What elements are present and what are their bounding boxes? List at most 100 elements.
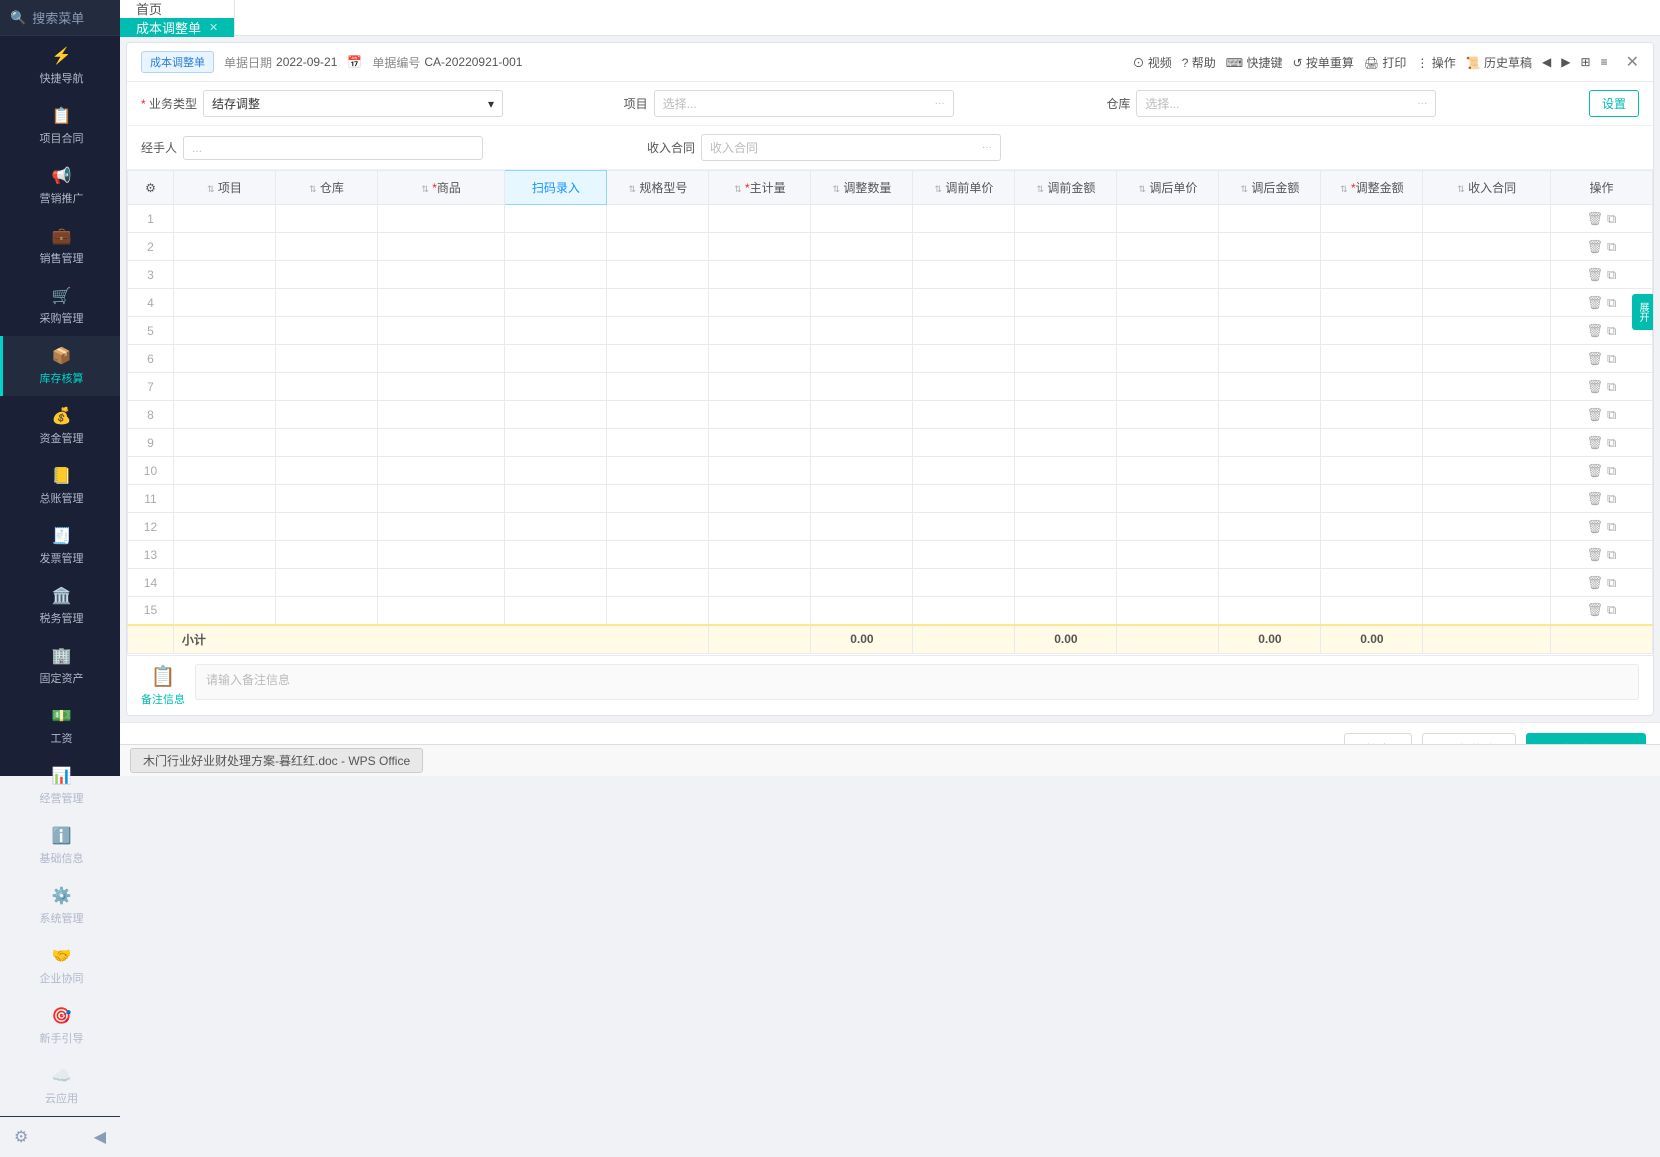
row-5-warehouse[interactable] <box>275 317 377 345</box>
row-11-spec[interactable] <box>607 485 709 513</box>
row-5-unit[interactable] <box>709 317 811 345</box>
row-12-product[interactable] <box>377 513 505 541</box>
row-9-unit[interactable] <box>709 429 811 457</box>
row-5-scan[interactable] <box>505 317 607 345</box>
row-8-spec[interactable] <box>607 401 709 429</box>
row-4-delete-icon[interactable]: 🗑 <box>1587 295 1604 311</box>
row-10-spec[interactable] <box>607 457 709 485</box>
row-12-qty[interactable] <box>811 513 913 541</box>
row-8-after-price[interactable] <box>1117 401 1219 429</box>
row-8-after-amount[interactable] <box>1219 401 1321 429</box>
row-15-scan[interactable] <box>505 597 607 625</box>
row-10-product[interactable] <box>377 457 505 485</box>
col-warehouse[interactable]: ⇅ 仓库 <box>275 171 377 205</box>
row-13-after-price[interactable] <box>1117 541 1219 569</box>
toolbar-nav-next[interactable]: ▶ <box>1561 55 1570 69</box>
row-14-unit[interactable] <box>709 569 811 597</box>
row-5-after-amount[interactable] <box>1219 317 1321 345</box>
tab-home[interactable]: 首页 <box>120 0 235 18</box>
row-10-copy-icon[interactable]: ⧉ <box>1607 463 1616 479</box>
settings-icon[interactable]: ⚙ <box>14 1127 28 1147</box>
col-unit[interactable]: ⇅ *主计量 <box>709 171 811 205</box>
row-3-item[interactable] <box>173 261 275 289</box>
toolbar-view-list[interactable]: ≡ <box>1601 55 1608 69</box>
row-5-adjust-amount[interactable] <box>1321 317 1423 345</box>
row-7-before-price[interactable] <box>913 373 1015 401</box>
row-7-product[interactable] <box>377 373 505 401</box>
row-12-after-price[interactable] <box>1117 513 1219 541</box>
row-8-qty[interactable] <box>811 401 913 429</box>
col-product[interactable]: ⇅ *商品 <box>377 171 505 205</box>
row-5-income-contract[interactable] <box>1423 317 1551 345</box>
row-13-delete-icon[interactable]: 🗑 <box>1587 547 1604 563</box>
row-4-qty[interactable] <box>811 289 913 317</box>
row-5-spec[interactable] <box>607 317 709 345</box>
row-5-copy-icon[interactable]: ⧉ <box>1607 323 1616 339</box>
row-14-scan[interactable] <box>505 569 607 597</box>
row-14-item[interactable] <box>173 569 275 597</box>
row-12-unit[interactable] <box>709 513 811 541</box>
row-7-spec[interactable] <box>607 373 709 401</box>
row-9-product[interactable] <box>377 429 505 457</box>
toolbar-recalc[interactable]: ↺ 按单重算 <box>1292 54 1353 71</box>
row-2-scan[interactable] <box>505 233 607 261</box>
row-14-income-contract[interactable] <box>1423 569 1551 597</box>
settings-button[interactable]: 设置 <box>1589 90 1639 117</box>
row-3-income-contract[interactable] <box>1423 261 1551 289</box>
row-15-product[interactable] <box>377 597 505 625</box>
row-8-product[interactable] <box>377 401 505 429</box>
row-15-after-price[interactable] <box>1117 597 1219 625</box>
row-11-scan[interactable] <box>505 485 607 513</box>
row-5-item[interactable] <box>173 317 275 345</box>
row-5-before-price[interactable] <box>913 317 1015 345</box>
row-4-warehouse[interactable] <box>275 289 377 317</box>
row-9-adjust-amount[interactable] <box>1321 429 1423 457</box>
row-6-unit[interactable] <box>709 345 811 373</box>
row-6-after-amount[interactable] <box>1219 345 1321 373</box>
col-settings[interactable]: ⚙ <box>128 171 174 205</box>
row-4-before-amount[interactable] <box>1015 289 1117 317</box>
row-9-copy-icon[interactable]: ⧉ <box>1607 435 1616 451</box>
row-11-before-amount[interactable] <box>1015 485 1117 513</box>
row-1-qty[interactable] <box>811 205 913 233</box>
row-3-after-price[interactable] <box>1117 261 1219 289</box>
row-11-unit[interactable] <box>709 485 811 513</box>
row-9-after-price[interactable] <box>1117 429 1219 457</box>
toolbar-help[interactable]: ? 帮助 <box>1182 54 1216 71</box>
row-15-item[interactable] <box>173 597 275 625</box>
taskbar-item[interactable]: 木门行业好业财处理方案-暮红红.doc - WPS Office <box>130 748 423 773</box>
row-8-income-contract[interactable] <box>1423 401 1551 429</box>
row-10-before-price[interactable] <box>913 457 1015 485</box>
sidebar-item-invoice[interactable]: 🧾发票管理 <box>0 516 120 576</box>
sidebar-search[interactable]: 🔍 搜索菜单 <box>0 0 120 36</box>
income-contract-input[interactable]: 收入合同 ··· <box>701 134 1001 161</box>
sidebar-item-quick-nav[interactable]: ⚡快捷导航 <box>0 36 120 96</box>
row-4-after-price[interactable] <box>1117 289 1219 317</box>
row-12-warehouse[interactable] <box>275 513 377 541</box>
row-11-before-price[interactable] <box>913 485 1015 513</box>
row-2-product[interactable] <box>377 233 505 261</box>
row-6-delete-icon[interactable]: 🗑 <box>1587 351 1604 367</box>
row-12-scan[interactable] <box>505 513 607 541</box>
row-14-after-amount[interactable] <box>1219 569 1321 597</box>
row-4-adjust-amount[interactable] <box>1321 289 1423 317</box>
row-13-copy-icon[interactable]: ⧉ <box>1607 547 1616 563</box>
row-3-before-amount[interactable] <box>1015 261 1117 289</box>
row-13-item[interactable] <box>173 541 275 569</box>
sidebar-item-basic-info[interactable]: ℹ️基础信息 <box>0 816 120 876</box>
row-10-warehouse[interactable] <box>275 457 377 485</box>
row-1-spec[interactable] <box>607 205 709 233</box>
row-14-product[interactable] <box>377 569 505 597</box>
row-2-spec[interactable] <box>607 233 709 261</box>
row-4-unit[interactable] <box>709 289 811 317</box>
toolbar-history[interactable]: 📜 历史草稿 <box>1466 54 1532 71</box>
row-15-qty[interactable] <box>811 597 913 625</box>
row-1-warehouse[interactable] <box>275 205 377 233</box>
right-edge-tab[interactable]: 展开 <box>1632 294 1653 330</box>
row-7-warehouse[interactable] <box>275 373 377 401</box>
toolbar-view-grid[interactable]: ⊞ <box>1581 55 1591 69</box>
row-10-adjust-amount[interactable] <box>1321 457 1423 485</box>
sidebar-item-new-guide[interactable]: 🎯新手引导 <box>0 996 120 1056</box>
row-8-item[interactable] <box>173 401 275 429</box>
row-6-income-contract[interactable] <box>1423 345 1551 373</box>
